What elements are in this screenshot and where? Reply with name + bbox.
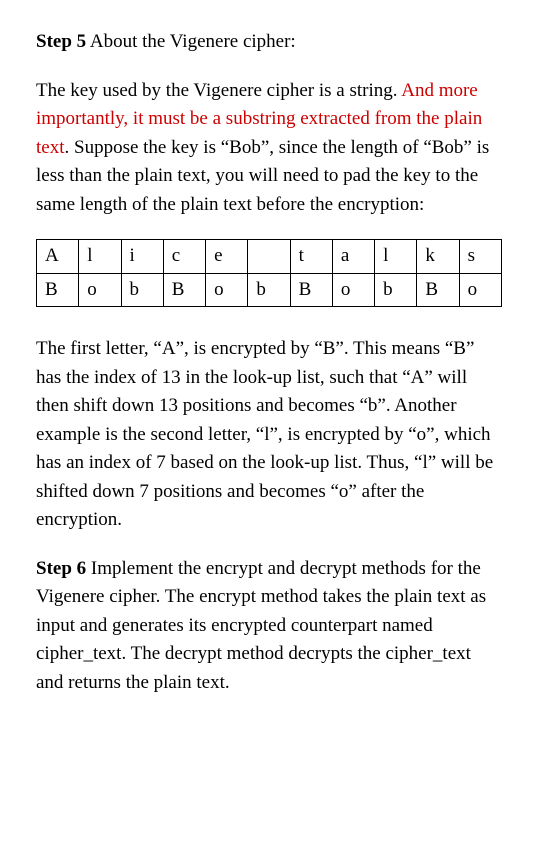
step5-paragraph2: The first letter, “A”, is encrypted by “… <box>36 335 502 535</box>
table-row: A l i c e t a l k s <box>37 240 502 274</box>
table-cell: b <box>248 273 290 307</box>
step6-paragraph: Step 6 Implement the encrypt and decrypt… <box>36 555 502 698</box>
table-cell: b <box>375 273 417 307</box>
step5-label: Step 5 <box>36 31 86 52</box>
table-cell: e <box>206 240 248 274</box>
table-cell: i <box>121 240 163 274</box>
table-cell: B <box>417 273 459 307</box>
table-cell: t <box>290 240 332 274</box>
table-cell: o <box>332 273 374 307</box>
table-cell: k <box>417 240 459 274</box>
cipher-table: A l i c e t a l k s B o b B o b B o b B … <box>36 239 502 307</box>
step5-intro-text: About the Vigenere cipher: <box>86 31 296 52</box>
table-row: B o b B o b B o b B o <box>37 273 502 307</box>
table-cell: l <box>79 240 121 274</box>
table-cell: c <box>163 240 205 274</box>
table-cell: o <box>79 273 121 307</box>
table-cell: o <box>206 273 248 307</box>
step6-label: Step 6 <box>36 558 86 579</box>
step5-p1-post: . Suppose the key is “Bob”, since the le… <box>36 137 489 215</box>
step5-intro: Step 5 About the Vigenere cipher: <box>36 28 502 57</box>
table-cell <box>248 240 290 274</box>
table-cell: B <box>37 273 79 307</box>
table-cell: B <box>290 273 332 307</box>
table-cell: s <box>459 240 501 274</box>
table-cell: a <box>332 240 374 274</box>
table-cell: A <box>37 240 79 274</box>
table-cell: b <box>121 273 163 307</box>
table-cell: l <box>375 240 417 274</box>
table-cell: o <box>459 273 501 307</box>
step5-p1-pre: The key used by the Vigenere cipher is a… <box>36 80 401 101</box>
step5-paragraph1: The key used by the Vigenere cipher is a… <box>36 77 502 220</box>
table-cell: B <box>163 273 205 307</box>
step6-text: Implement the encrypt and decrypt method… <box>36 558 486 693</box>
